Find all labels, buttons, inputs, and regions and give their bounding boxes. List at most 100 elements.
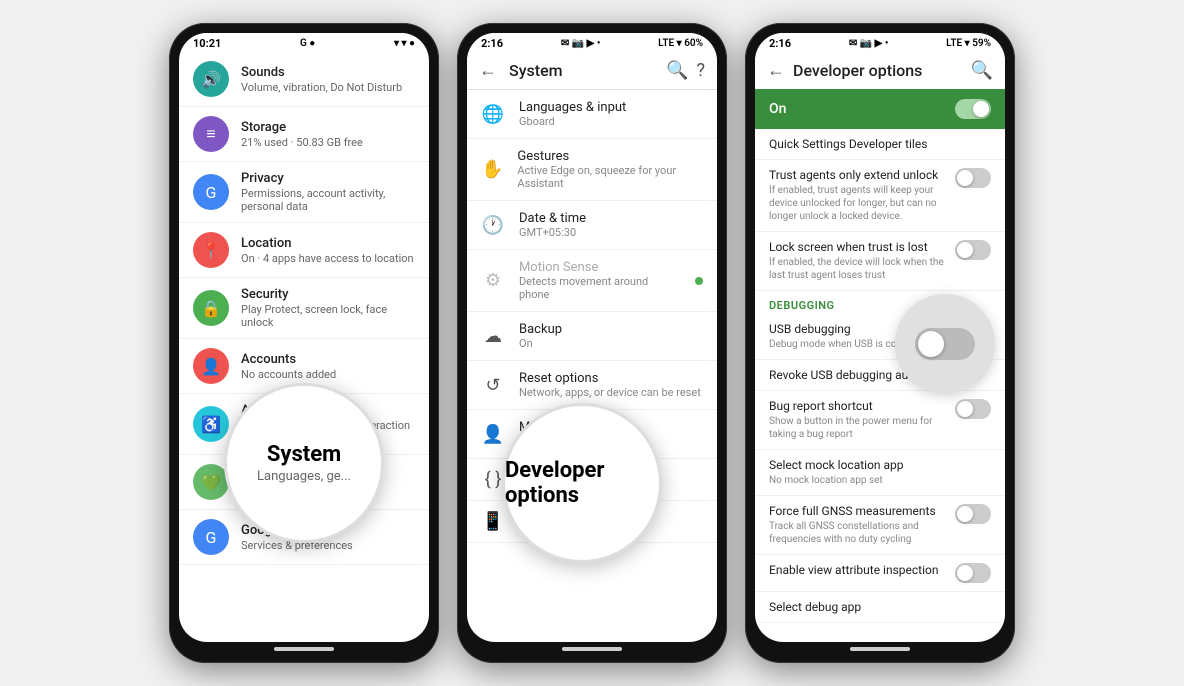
phone-2-battery: LTE ▾ 60%: [658, 38, 703, 49]
menu-datetime[interactable]: 🕐 Date & time GMT+05:30: [467, 201, 717, 250]
phone-2-help-button[interactable]: ?: [696, 60, 705, 81]
location-icon: 📍: [193, 232, 229, 268]
debug-app-text: Select debug app: [769, 600, 991, 614]
security-title: Security: [241, 287, 415, 302]
phone-2-back-button[interactable]: ←: [479, 60, 497, 81]
users-icon: 👤: [481, 424, 505, 445]
phone-2-title: System: [509, 61, 658, 80]
bug-report-toggle[interactable]: [955, 399, 991, 419]
phone-3-title: Developer options: [793, 61, 963, 80]
phone-3-screen: 2:16 ✉ 📷 ▶ • LTE ▾ 59% ← Developer optio…: [755, 33, 1005, 642]
accessibility-icon: ♿: [193, 406, 229, 442]
phone-3-home-indicator: [850, 647, 910, 651]
menu-gestures[interactable]: ✋ Gestures Active Edge on, squeeze for y…: [467, 139, 717, 201]
dev-option-bug-report[interactable]: Bug report shortcut Show a button in the…: [755, 391, 1005, 450]
phone-2-search-button[interactable]: 🔍: [666, 60, 688, 81]
gestures-text: Gestures Active Edge on, squeeze for you…: [517, 149, 703, 190]
gestures-subtitle: Active Edge on, squeeze for your Assista…: [517, 164, 703, 190]
location-text: Location On · 4 apps have access to loca…: [241, 236, 414, 265]
security-subtitle: Play Protect, screen lock, face unlock: [241, 303, 415, 329]
sounds-subtitle: Volume, vibration, Do Not Disturb: [241, 81, 402, 94]
dev-option-trust-agents[interactable]: Trust agents only extend unlock If enabl…: [755, 160, 1005, 232]
storage-text: Storage 21% used · 50.83 GB free: [241, 120, 363, 149]
lock-screen-text: Lock screen when trust is lost If enable…: [769, 240, 947, 282]
storage-title: Storage: [241, 120, 363, 135]
languages-text: Languages & input Gboard: [519, 100, 626, 128]
dev-option-quick-settings[interactable]: Quick Settings Developer tiles: [755, 129, 1005, 160]
bug-report-title: Bug report shortcut: [769, 399, 947, 413]
setting-security[interactable]: 🔒 Security Play Protect, screen lock, fa…: [179, 278, 429, 339]
datetime-title: Date & time: [519, 211, 586, 226]
view-attr-title: Enable view attribute inspection: [769, 563, 947, 577]
dev-on-label: On: [769, 101, 786, 117]
gestures-icon: ✋: [481, 159, 503, 180]
motion-sense-dot: [695, 277, 703, 285]
phone-3-search-button[interactable]: 🔍: [971, 60, 993, 81]
sounds-text: Sounds Volume, vibration, Do Not Disturb: [241, 65, 402, 94]
phone-3-battery: LTE ▾ 59%: [946, 38, 991, 49]
languages-icon: 🌐: [481, 104, 505, 125]
circle-1-subtitle: Languages, ge...: [257, 469, 351, 484]
view-attr-text: Enable view attribute inspection: [769, 563, 947, 577]
privacy-title: Privacy: [241, 171, 415, 186]
setting-sounds[interactable]: 🔊 Sounds Volume, vibration, Do Not Distu…: [179, 52, 429, 107]
location-subtitle: On · 4 apps have access to location: [241, 252, 414, 265]
bug-report-subtitle: Show a button in the power menu for taki…: [769, 415, 947, 441]
phone-3-app-bar: ← Developer options 🔍: [755, 52, 1005, 89]
privacy-text: Privacy Permissions, account activity, p…: [241, 171, 415, 213]
reset-text: Reset options Network, apps, or device c…: [519, 371, 701, 399]
view-attr-toggle[interactable]: [955, 563, 991, 583]
phone-3-status-bar: 2:16 ✉ 📷 ▶ • LTE ▾ 59%: [755, 33, 1005, 52]
accounts-icon: 👤: [193, 348, 229, 384]
dev-on-bar: On: [755, 89, 1005, 129]
reset-title: Reset options: [519, 371, 701, 386]
trust-agents-toggle[interactable]: [955, 168, 991, 188]
trust-agents-text: Trust agents only extend unlock If enabl…: [769, 168, 947, 223]
phone-1-circle-overlay: System Languages, ge...: [224, 383, 384, 543]
phone-1-time: 10:21: [193, 37, 221, 50]
setting-privacy[interactable]: G Privacy Permissions, account activity,…: [179, 162, 429, 223]
phone-2-time: 2:16: [481, 37, 503, 50]
lock-screen-toggle[interactable]: [955, 240, 991, 260]
phone-1-status-icons: G ●: [300, 38, 315, 49]
phone-2-status-bar: 2:16 ✉ 📷 ▶ • LTE ▾ 60%: [467, 33, 717, 52]
usb-debugging-toggle-big[interactable]: [915, 328, 975, 360]
storage-subtitle: 21% used · 50.83 GB free: [241, 136, 363, 149]
gnss-toggle[interactable]: [955, 504, 991, 524]
datetime-subtitle: GMT+05:30: [519, 226, 586, 239]
accounts-title: Accounts: [241, 352, 336, 367]
backup-subtitle: On: [519, 337, 562, 350]
phone-1-settings-list: 🔊 Sounds Volume, vibration, Do Not Distu…: [179, 52, 429, 642]
dev-options-list: Quick Settings Developer tiles Trust age…: [755, 129, 1005, 642]
backup-icon: ☁: [481, 326, 505, 347]
lock-screen-subtitle: If enabled, the device will lock when th…: [769, 256, 947, 282]
trust-agents-subtitle: If enabled, trust agents will keep your …: [769, 184, 947, 223]
dev-option-gnss[interactable]: Force full GNSS measurements Track all G…: [755, 496, 1005, 555]
menu-backup[interactable]: ☁ Backup On: [467, 312, 717, 361]
phone-1-status-bar: 10:21 G ● ▾ ▾ ●: [179, 33, 429, 52]
dev-on-toggle[interactable]: [955, 99, 991, 119]
menu-languages[interactable]: 🌐 Languages & input Gboard: [467, 90, 717, 139]
setting-location[interactable]: 📍 Location On · 4 apps have access to lo…: [179, 223, 429, 278]
backup-text: Backup On: [519, 322, 562, 350]
motion-sense-text: Motion Sense Detects movement around pho…: [519, 260, 681, 301]
languages-subtitle: Gboard: [519, 115, 626, 128]
dev-option-usb-debugging[interactable]: USB debugging Debug mode when USB is con…: [755, 314, 1005, 360]
privacy-subtitle: Permissions, account activity, personal …: [241, 187, 415, 213]
mock-location-subtitle: No mock location app set: [769, 474, 991, 487]
lock-screen-title: Lock screen when trust is lost: [769, 240, 947, 254]
sounds-icon: 🔊: [193, 61, 229, 97]
gestures-title: Gestures: [517, 149, 703, 164]
dev-option-debug-app[interactable]: Select debug app: [755, 592, 1005, 623]
phone-3-back-button[interactable]: ←: [767, 60, 785, 81]
languages-title: Languages & input: [519, 100, 626, 115]
trust-agents-title: Trust agents only extend unlock: [769, 168, 947, 182]
phone-2-screen: 2:16 ✉ 📷 ▶ • LTE ▾ 60% ← System 🔍 ? 🌐 La…: [467, 33, 717, 642]
menu-motion-sense[interactable]: ⚙ Motion Sense Detects movement around p…: [467, 250, 717, 312]
dev-option-view-attr[interactable]: Enable view attribute inspection: [755, 555, 1005, 592]
reset-subtitle: Network, apps, or device can be reset: [519, 386, 701, 399]
dev-option-mock-location[interactable]: Select mock location app No mock locatio…: [755, 450, 1005, 496]
dev-option-lock-screen[interactable]: Lock screen when trust is lost If enable…: [755, 232, 1005, 291]
storage-icon: ≡: [193, 116, 229, 152]
setting-storage[interactable]: ≡ Storage 21% used · 50.83 GB free: [179, 107, 429, 162]
